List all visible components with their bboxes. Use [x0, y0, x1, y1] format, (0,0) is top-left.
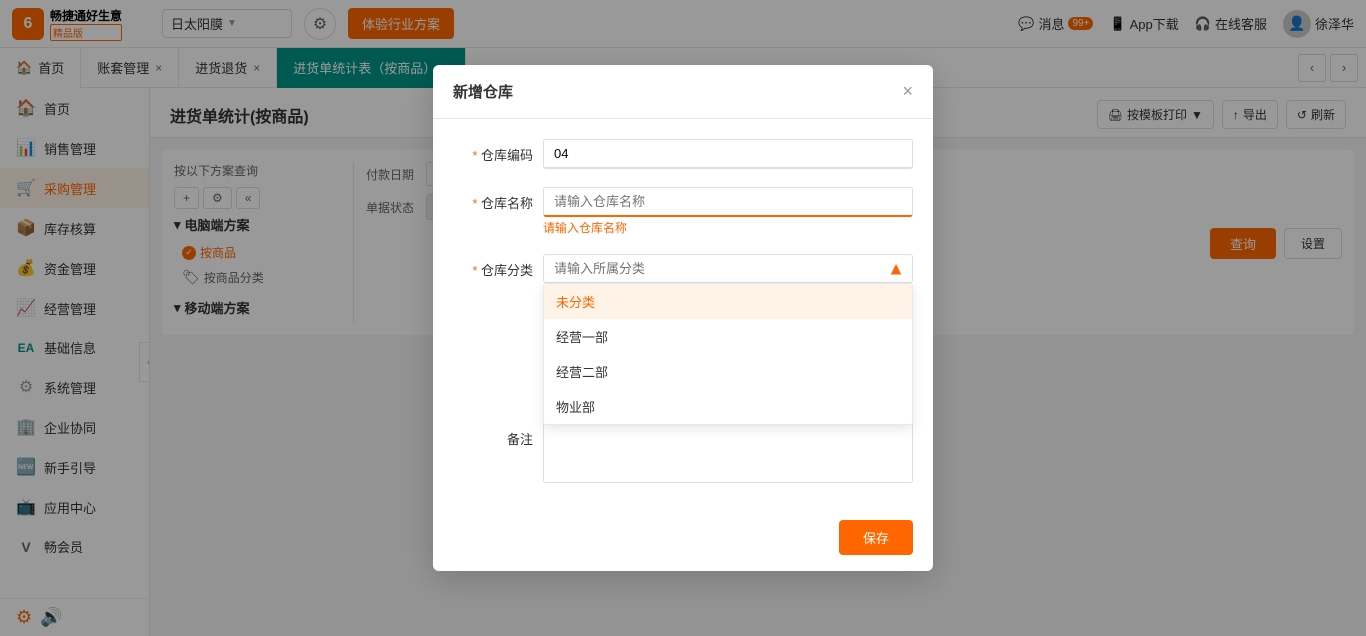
modal-close-button[interactable]: ×	[902, 81, 913, 102]
remark-field	[543, 423, 913, 486]
warehouse-category-input[interactable]	[543, 254, 913, 283]
form-row-code: 仓库编码	[453, 139, 913, 169]
name-field: 请输入仓库名称	[543, 187, 913, 236]
form-row-name: 仓库名称 请输入仓库名称	[453, 187, 913, 236]
category-field: ▲ 未分类 经营一部 经营二部 物业部	[543, 254, 913, 283]
name-field-label: 仓库名称	[453, 187, 543, 212]
warehouse-remark-input[interactable]	[543, 423, 913, 483]
dropdown-item-ops1[interactable]: 经营一部	[544, 319, 912, 354]
modal-header: 新增仓库 ×	[433, 65, 933, 119]
name-error-message: 请输入仓库名称	[543, 219, 913, 236]
code-field	[543, 139, 913, 169]
category-toggle-icon[interactable]: ▲	[887, 258, 905, 279]
dropdown-item-property[interactable]: 物业部	[544, 389, 912, 424]
modal-save-button[interactable]: 保存	[839, 520, 913, 555]
new-warehouse-modal: 新增仓库 × 仓库编码 仓库名称 请输入仓库名称 仓库分类	[433, 65, 933, 571]
dropdown-item-none[interactable]: 未分类	[544, 284, 912, 319]
remark-field-label: 备注	[453, 423, 543, 448]
warehouse-name-input[interactable]	[543, 187, 913, 217]
modal-overlay: 新增仓库 × 仓库编码 仓库名称 请输入仓库名称 仓库分类	[0, 0, 1366, 636]
category-dropdown: 未分类 经营一部 经营二部 物业部	[543, 283, 913, 425]
warehouse-code-input[interactable]	[543, 139, 913, 169]
modal-body: 仓库编码 仓库名称 请输入仓库名称 仓库分类 ▲	[433, 119, 933, 486]
form-row-category: 仓库分类 ▲ 未分类 经营一部	[453, 254, 913, 283]
category-input-wrapper: ▲	[543, 254, 913, 283]
modal-footer: 保存	[433, 504, 933, 571]
modal-title: 新增仓库	[453, 81, 513, 102]
form-row-remark: 备注	[453, 423, 913, 486]
code-field-label: 仓库编码	[453, 139, 543, 164]
category-field-label: 仓库分类	[453, 254, 543, 279]
dropdown-item-ops2[interactable]: 经营二部	[544, 354, 912, 389]
